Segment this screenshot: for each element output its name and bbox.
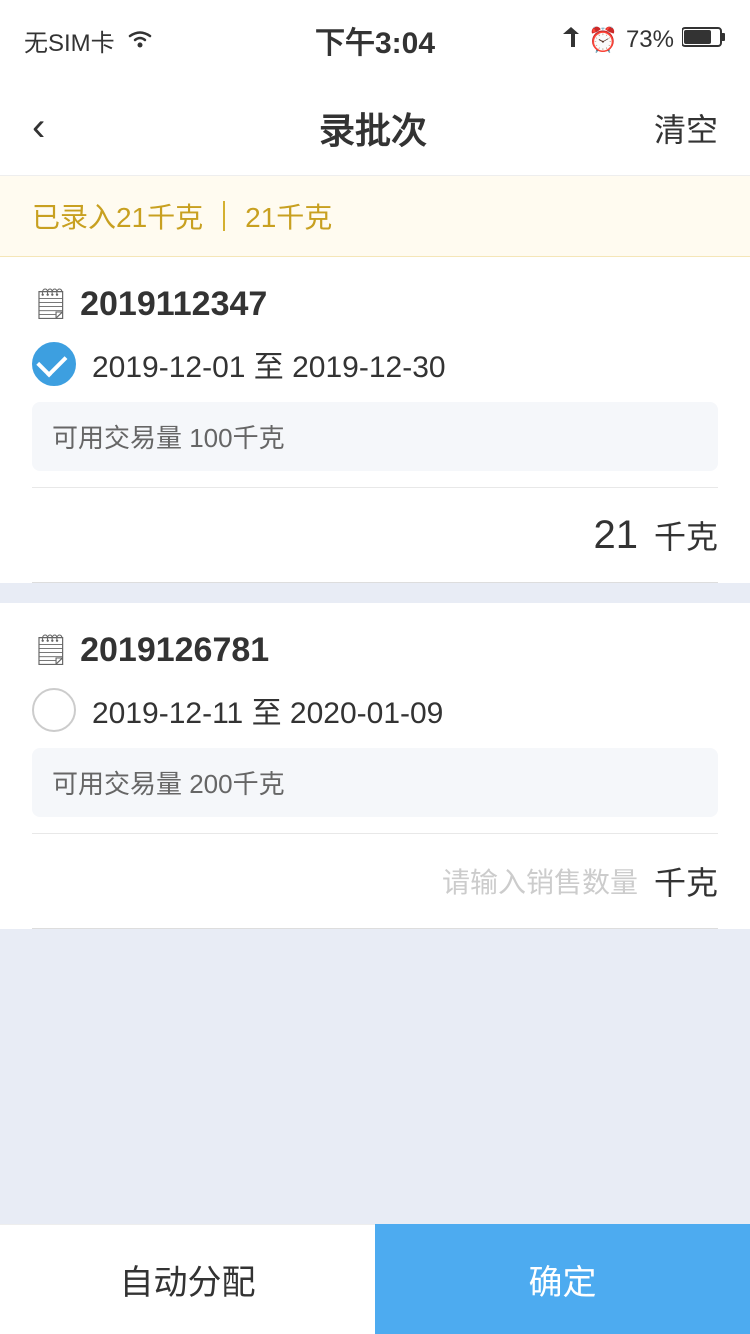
nav-bar: ‹ 录批次 清空 (0, 80, 750, 176)
batch-1-date-row[interactable]: 2019-12-01 至 2019-12-30 (0, 334, 750, 394)
section-divider (0, 583, 750, 603)
page-title: 录批次 (319, 102, 427, 154)
carrier-text: 无SIM卡 (24, 23, 115, 58)
status-time: 下午3:04 (315, 18, 435, 62)
batch-card-2: 🗒 2019126781 2019-12-11 至 2020-01-09 可用交… (0, 603, 750, 929)
bottom-bar: 自动分配 确定 (0, 1224, 750, 1334)
batch-1-available: 可用交易量 100千克 (32, 402, 718, 471)
batch-card-1: 🗒 2019112347 2019-12-01 至 2019-12-30 可用交… (0, 257, 750, 583)
batch-2-radio[interactable] (32, 688, 76, 732)
battery-text: 73% (626, 26, 674, 54)
confirm-button[interactable]: 确定 (375, 1224, 750, 1334)
batch-2-date: 2019-12-11 至 2020-01-09 (92, 688, 443, 732)
batch-2-id: 2019126781 (80, 631, 269, 670)
batch-1-radio[interactable] (32, 342, 76, 386)
batch-2-header: 🗒 2019126781 (0, 603, 750, 680)
batch-2-quantity-input[interactable] (438, 863, 638, 900)
batch-2-unit: 千克 (654, 858, 718, 904)
batch-1-header: 🗒 2019112347 (0, 257, 750, 334)
total-amount: 21千克 (245, 196, 332, 236)
batch-2-icon: 🗒 (32, 633, 70, 668)
batch-2-available: 可用交易量 200千克 (32, 748, 718, 817)
alarm-icon: ⏰ (588, 26, 618, 55)
auto-distribute-button[interactable]: 自动分配 (0, 1224, 375, 1334)
status-left: 无SIM卡 (24, 23, 155, 58)
batch-1-quantity-input[interactable] (498, 513, 638, 558)
wifi-icon (125, 26, 155, 55)
batch-2-date-row[interactable]: 2019-12-11 至 2020-01-09 (0, 680, 750, 740)
location-icon (562, 26, 580, 55)
battery-icon (682, 26, 726, 55)
batch-1-id: 2019112347 (80, 285, 267, 324)
info-bar: 已录入21千克 21千克 (0, 176, 750, 257)
recorded-amount: 已录入21千克 (32, 196, 203, 236)
status-right: ⏰ 73% (562, 26, 726, 55)
batch-1-unit: 千克 (654, 512, 718, 558)
batch-1-quantity-row: 千克 (0, 488, 750, 582)
back-button[interactable]: ‹ (32, 105, 92, 150)
info-divider (223, 201, 225, 231)
batch-1-icon: 🗒 (32, 287, 70, 322)
batch-2-input-row: 千克 (0, 834, 750, 928)
status-bar: 无SIM卡 下午3:04 ⏰ 73% (0, 0, 750, 80)
clear-button[interactable]: 清空 (654, 105, 718, 151)
batch-1-date: 2019-12-01 至 2019-12-30 (92, 342, 446, 386)
